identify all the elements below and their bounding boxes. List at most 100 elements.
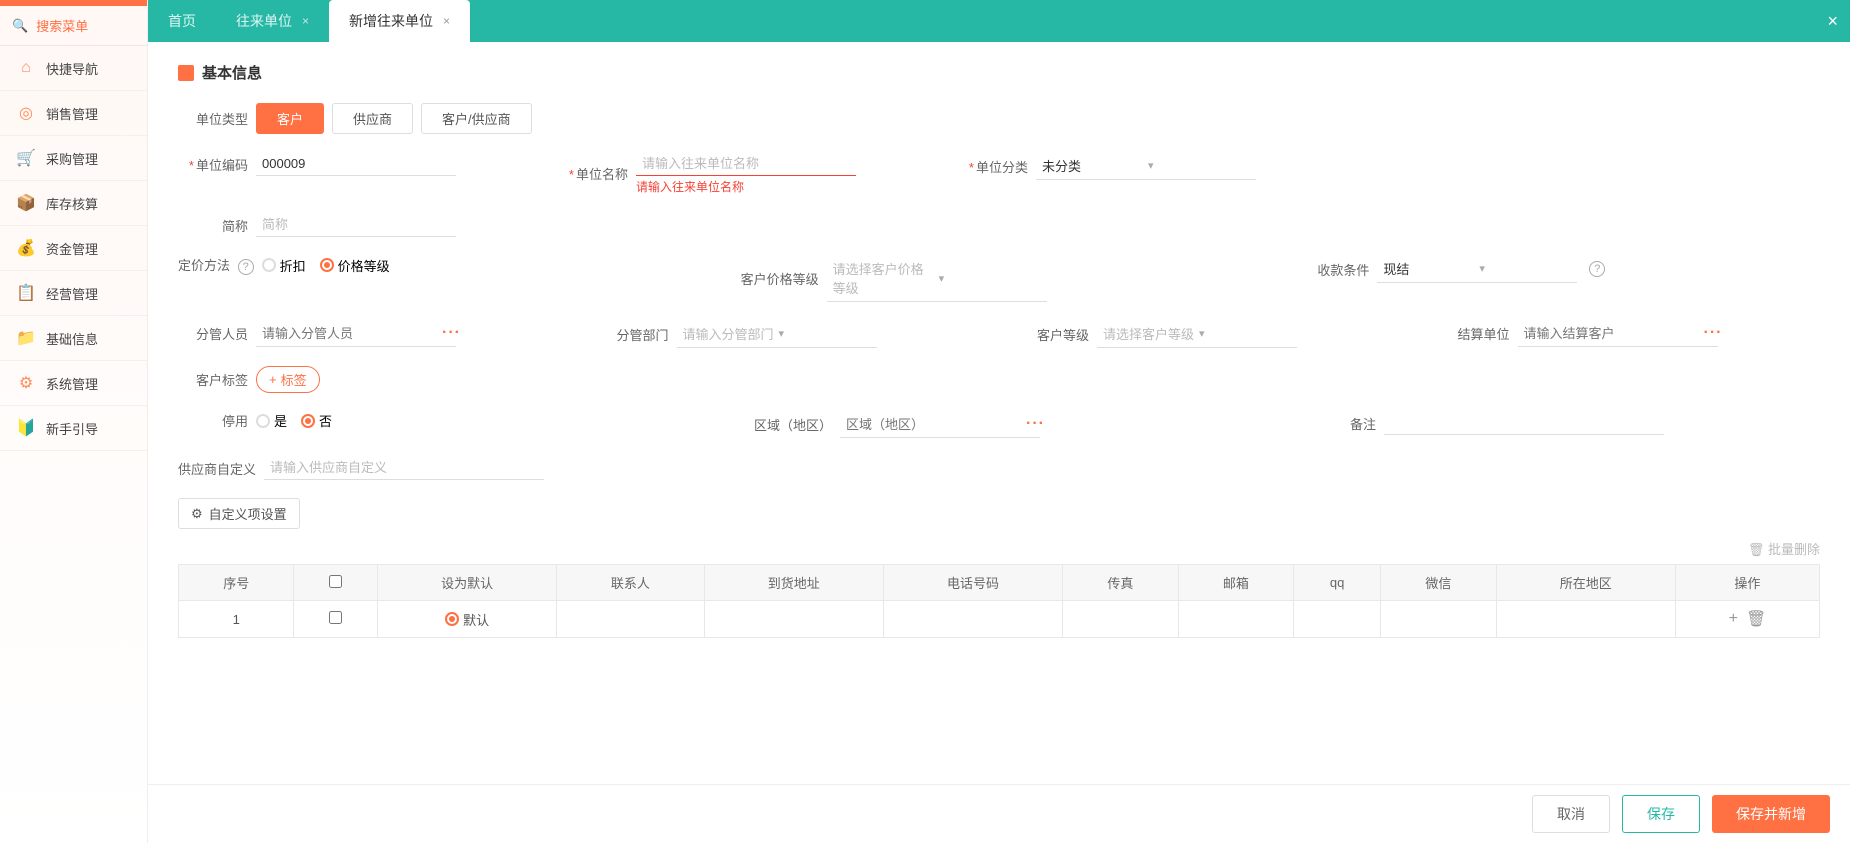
region-more-btn[interactable]: ··· — [1026, 415, 1045, 433]
manager-field: 分管人员 ··· — [178, 320, 559, 347]
supplier-custom-input[interactable] — [264, 456, 544, 480]
supplier-custom-label: 供应商自定义 — [178, 459, 256, 478]
code-name-category-row: *单位编码 *单位名称 请输入往来单位名称 *单位分类 未分类 — [178, 152, 1820, 195]
row-check — [294, 601, 377, 638]
region-input[interactable] — [846, 417, 1022, 432]
pricing-grade-option[interactable]: 价格等级 — [320, 256, 390, 275]
remark-field: 备注 — [1306, 411, 1820, 435]
add-tag-button[interactable]: + 标签 — [256, 366, 320, 393]
add-row-btn[interactable]: + — [1729, 610, 1738, 628]
sidebar-item-sales[interactable]: ◎ 销售管理 — [0, 91, 147, 136]
unit-btn-both[interactable]: 客户/供应商 — [421, 103, 532, 134]
tab-new-partner-label: 新增往来单位 — [349, 11, 433, 31]
sidebar-item-label: 快捷导航 — [46, 59, 98, 78]
cancel-button[interactable]: 取消 — [1532, 795, 1610, 833]
sidebar-item-basic[interactable]: 📁 基础信息 — [0, 316, 147, 361]
sidebar-item-guide[interactable]: 🔰 新手引导 — [0, 406, 147, 451]
disabled-no-option[interactable]: 否 — [301, 411, 332, 430]
col-phone: 电话号码 — [883, 565, 1062, 601]
tab-new-partner-close[interactable]: × — [443, 14, 450, 28]
sidebar-search-label: 搜索菜单 — [36, 16, 88, 35]
row-checkbox[interactable] — [329, 611, 342, 624]
pricing-discount-option[interactable]: 折扣 — [262, 256, 306, 275]
tab-home[interactable]: 首页 — [148, 0, 216, 42]
shortname-input[interactable] — [256, 213, 456, 237]
sidebar-item-label: 系统管理 — [46, 374, 98, 393]
customer-price-select[interactable]: 请选择客户价格等级 ▾ — [827, 255, 1047, 302]
disabled-yes-radio[interactable] — [256, 414, 270, 428]
plus-icon: + — [269, 372, 277, 387]
sidebar-item-quick-nav[interactable]: ⌂ 快捷导航 — [0, 46, 147, 91]
payment-help-icon[interactable]: ? — [1589, 261, 1605, 277]
row-default-radio-option[interactable]: 默认 — [388, 610, 546, 629]
row-no: 1 — [179, 601, 294, 638]
remark-input[interactable] — [1384, 411, 1664, 435]
settlement-input[interactable] — [1524, 326, 1700, 341]
chevron-down-icon: ▾ — [1148, 159, 1250, 172]
tab-home-label: 首页 — [168, 11, 196, 31]
disabled-yes-option[interactable]: 是 — [256, 411, 287, 430]
sidebar-item-purchase[interactable]: 🛒 采购管理 — [0, 136, 147, 181]
col-region: 所在地区 — [1496, 565, 1675, 601]
pricing-field: 定价方法 ? 折扣 价格等级 — [178, 255, 699, 275]
sidebar-item-label: 采购管理 — [46, 149, 98, 168]
disabled-label: 停用 — [178, 411, 248, 430]
batch-delete-btn[interactable]: 🗑 批量删除 — [178, 539, 1820, 558]
disabled-radio-group: 是 否 — [256, 411, 332, 430]
col-no: 序号 — [179, 565, 294, 601]
row-action: + 🗑 — [1675, 601, 1819, 638]
tabbar-close-all[interactable]: × — [1827, 11, 1838, 32]
row-default-label: 默认 — [463, 610, 489, 629]
tabbar: 首页 往来单位 × 新增往来单位 × × — [148, 0, 1850, 42]
tab-partners-label: 往来单位 — [236, 11, 292, 31]
sidebar-search[interactable]: 🔍 搜索菜单 — [0, 6, 147, 46]
sidebar-item-label: 基础信息 — [46, 329, 98, 348]
name-input[interactable] — [636, 152, 856, 176]
dept-label: 分管部门 — [599, 325, 669, 344]
customer-grade-label: 客户等级 — [1019, 325, 1089, 344]
tab-partners-close[interactable]: × — [302, 14, 309, 28]
manager-more-btn[interactable]: ··· — [442, 324, 461, 342]
col-qq: qq — [1294, 565, 1381, 601]
tab-new-partner[interactable]: 新增往来单位 × — [329, 0, 470, 42]
manager-label: 分管人员 — [178, 324, 248, 343]
save-new-button[interactable]: 保存并新增 — [1712, 795, 1830, 833]
discount-radio[interactable] — [262, 258, 276, 272]
delete-row-btn[interactable]: 🗑 — [1746, 609, 1766, 629]
settlement-more-btn[interactable]: ··· — [1704, 324, 1723, 342]
select-all-checkbox[interactable] — [329, 575, 342, 588]
tab-partners[interactable]: 往来单位 × — [216, 0, 329, 42]
sidebar-item-system[interactable]: ⚙ 系统管理 — [0, 361, 147, 406]
sidebar-item-inventory[interactable]: 📦 库存核算 — [0, 181, 147, 226]
sidebar-item-finance[interactable]: 💰 资金管理 — [0, 226, 147, 271]
col-contact: 联系人 — [557, 565, 704, 601]
col-action: 操作 — [1675, 565, 1819, 601]
payment-value: 现结 — [1383, 259, 1475, 278]
disabled-no-radio[interactable] — [301, 414, 315, 428]
sidebar-item-label: 销售管理 — [46, 104, 98, 123]
category-label: *单位分类 — [958, 157, 1028, 176]
col-default: 设为默认 — [377, 565, 556, 601]
home-icon: ⌂ — [16, 58, 36, 78]
category-select[interactable]: 未分类 ▾ — [1036, 152, 1256, 180]
supplier-custom-row: 供应商自定义 — [178, 456, 1820, 480]
payment-select[interactable]: 现结 ▾ — [1377, 255, 1577, 283]
customer-grade-select[interactable]: 请选择客户等级 ▾ — [1097, 320, 1297, 348]
unit-type-group: 客户 供应商 客户/供应商 — [256, 103, 532, 134]
grade-radio[interactable] — [320, 258, 334, 272]
row-default-radio[interactable] — [445, 612, 459, 626]
pricing-help-icon[interactable]: ? — [238, 259, 254, 275]
shortname-label: 简称 — [178, 216, 248, 235]
chevron-down-icon4: ▾ — [779, 327, 871, 340]
custom-settings-button[interactable]: ⚙ 自定义项设置 — [178, 498, 300, 529]
save-button[interactable]: 保存 — [1622, 795, 1700, 833]
manager-input[interactable] — [262, 326, 438, 341]
col-fax: 传真 — [1063, 565, 1178, 601]
unit-btn-supplier[interactable]: 供应商 — [332, 103, 413, 134]
shortname-row: 简称 — [178, 213, 1820, 237]
code-input[interactable] — [256, 152, 456, 176]
dept-select[interactable]: 请输入分管部门 ▾ — [677, 320, 877, 348]
sidebar-item-ops[interactable]: 📋 经营管理 — [0, 271, 147, 316]
unit-btn-customer[interactable]: 客户 — [256, 103, 324, 134]
code-field: *单位编码 — [178, 152, 518, 176]
